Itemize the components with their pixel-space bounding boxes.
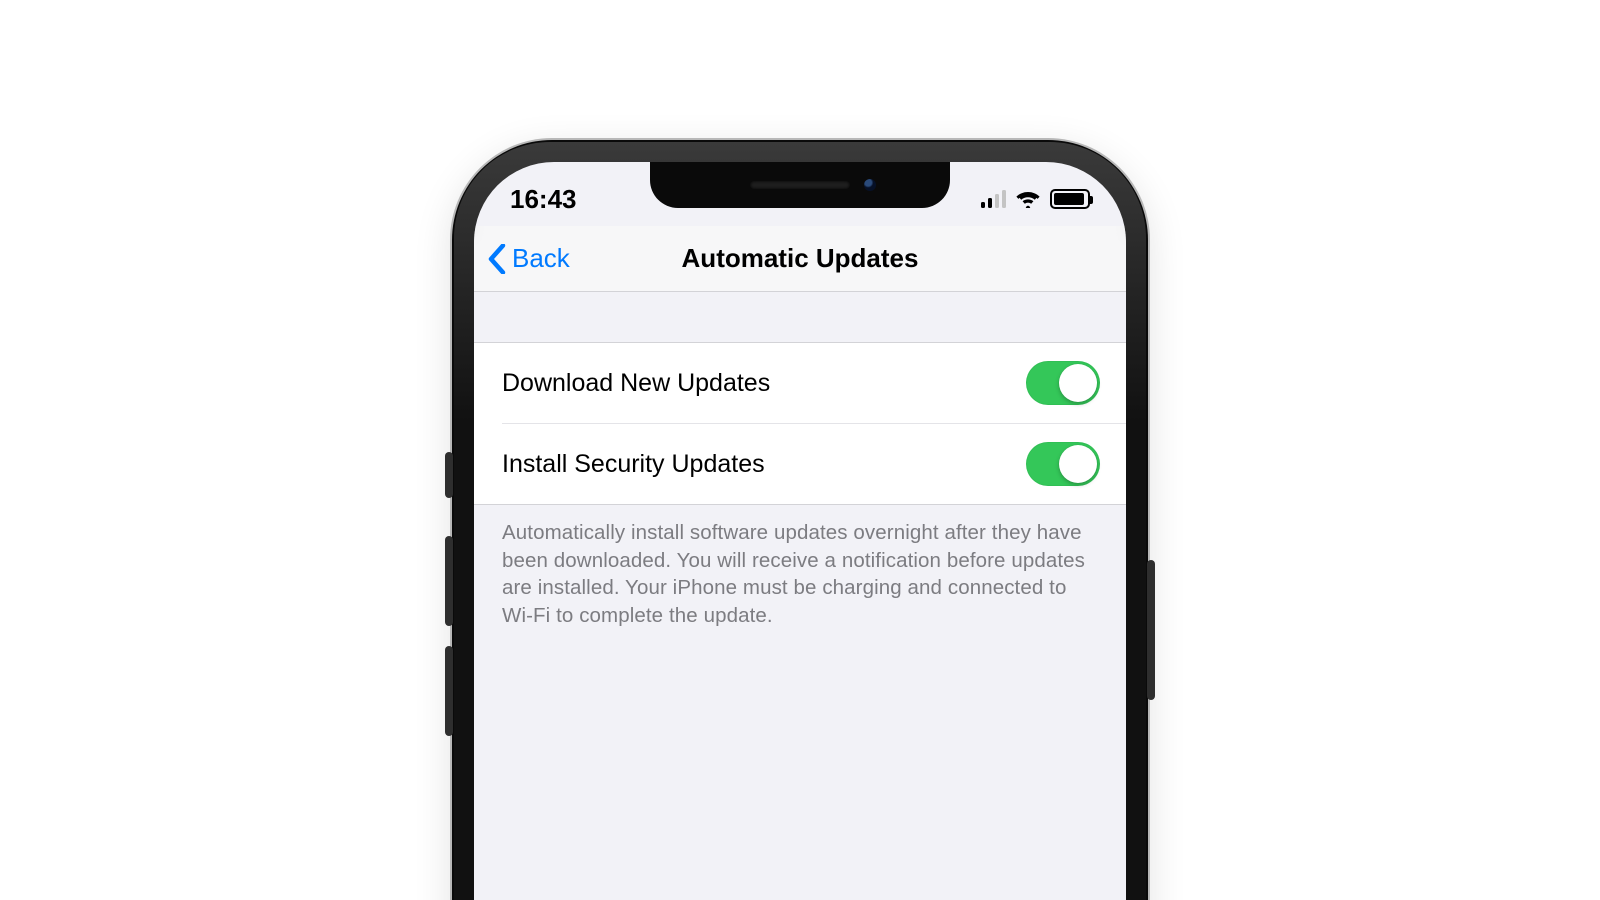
page-title: Automatic Updates [682, 243, 919, 274]
status-time: 16:43 [510, 184, 577, 215]
battery-icon [1050, 189, 1090, 209]
content: Download New Updates Install Security Up… [474, 292, 1126, 900]
earpiece-speaker [750, 181, 850, 189]
iphone-frame: 16:43 Back Automatic Updates [452, 140, 1148, 900]
screen: 16:43 Back Automatic Updates [474, 162, 1126, 900]
volume-down-button [445, 646, 453, 736]
toggle-install-security-updates[interactable] [1026, 442, 1100, 486]
chevron-left-icon [488, 244, 506, 274]
row-label: Install Security Updates [502, 450, 765, 479]
row-label: Download New Updates [502, 369, 770, 398]
settings-group: Download New Updates Install Security Up… [474, 342, 1126, 505]
back-button[interactable]: Back [488, 226, 570, 291]
back-label: Back [512, 243, 570, 274]
row-install-security-updates[interactable]: Install Security Updates [502, 423, 1126, 504]
front-camera [864, 179, 876, 191]
wifi-icon [1016, 190, 1040, 208]
mute-switch [445, 452, 453, 498]
navigation-bar: Back Automatic Updates [474, 226, 1126, 292]
canvas: 16:43 Back Automatic Updates [0, 0, 1600, 900]
cellular-icon [981, 190, 1007, 208]
toggle-download-new-updates[interactable] [1026, 361, 1100, 405]
notch [650, 162, 950, 208]
side-button [1147, 560, 1155, 700]
group-footer-text: Automatically install software updates o… [474, 505, 1126, 630]
row-download-new-updates[interactable]: Download New Updates [474, 343, 1126, 423]
volume-up-button [445, 536, 453, 626]
battery-fill [1054, 193, 1084, 205]
status-right [981, 189, 1091, 209]
